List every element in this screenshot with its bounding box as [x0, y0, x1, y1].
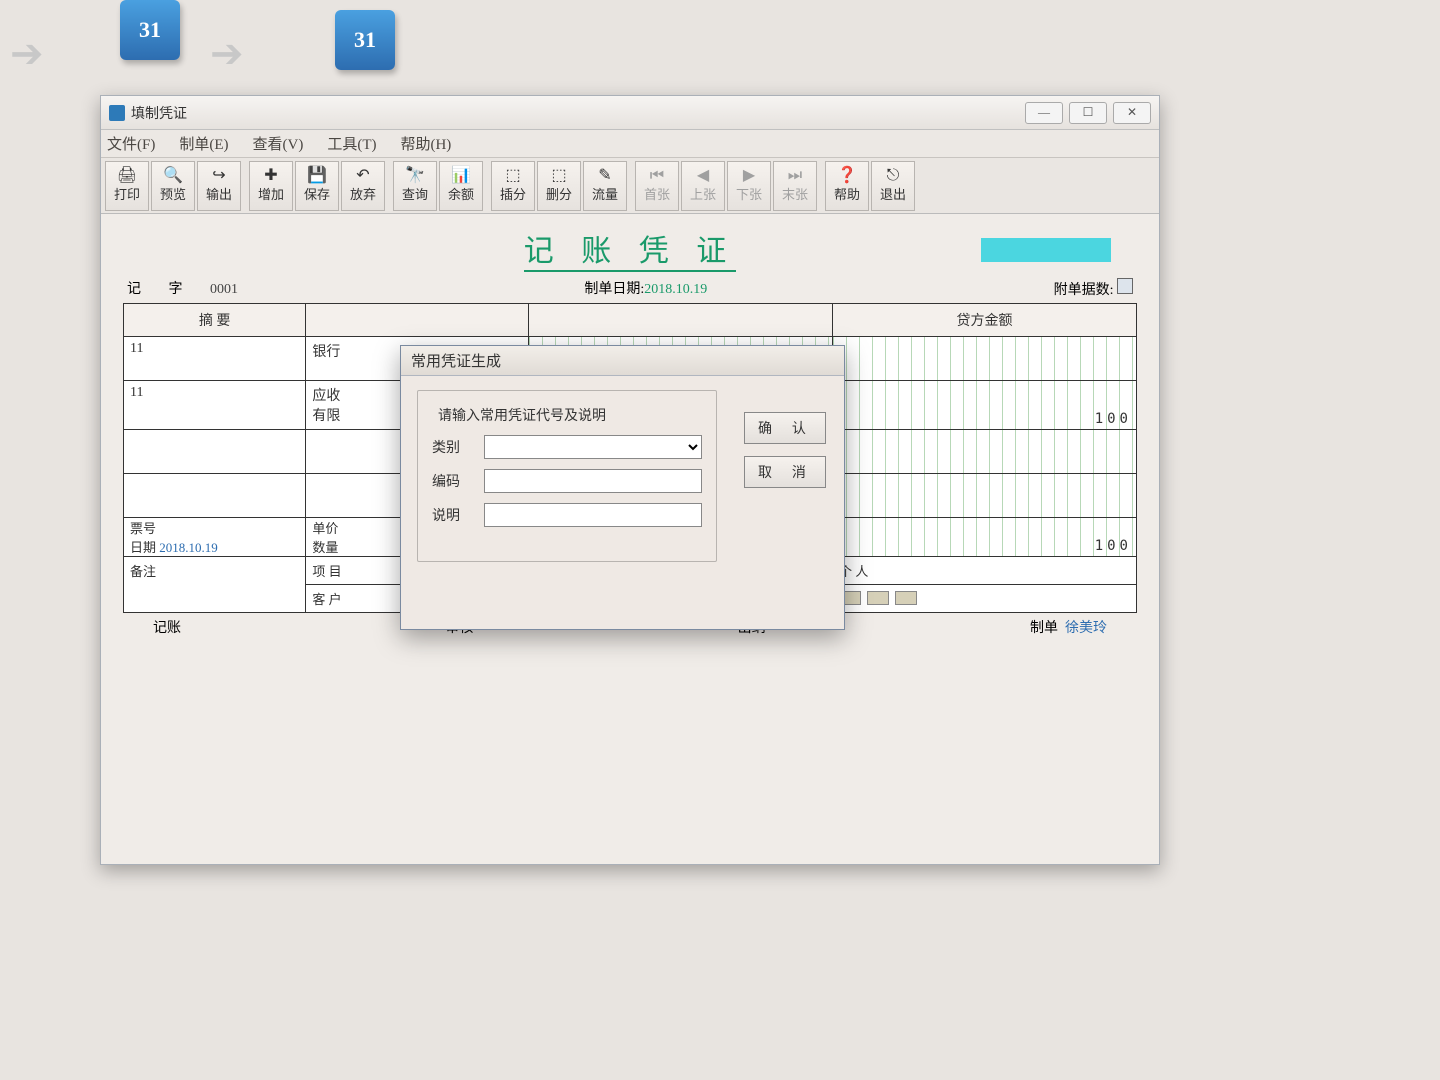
- chart-icon: 📊: [451, 168, 471, 184]
- label-code: 编码: [432, 471, 472, 491]
- insert-row-icon: ⬚: [505, 168, 520, 184]
- col-debit: [529, 304, 833, 337]
- label-piaohao: 票号: [130, 521, 156, 536]
- cell-credit[interactable]: [833, 474, 1137, 518]
- tool-delete-line[interactable]: ⬚删分: [537, 161, 581, 211]
- label-zhidan: 制单: [1030, 621, 1058, 636]
- save-icon: 💾: [307, 168, 327, 184]
- tool-preview[interactable]: 🔍预览: [151, 161, 195, 211]
- tool-insert-line[interactable]: ⬚插分: [491, 161, 535, 211]
- voucher-number-area: 记 字 0001: [127, 278, 238, 299]
- cell-summary[interactable]: [124, 430, 306, 474]
- value-zhidan: 徐美玲: [1065, 621, 1107, 636]
- tool-add[interactable]: ✚增加: [249, 161, 293, 211]
- tool-print[interactable]: 🖨打印: [105, 161, 149, 211]
- tool-exit[interactable]: ⎋退出: [871, 161, 915, 211]
- col-subject: [306, 304, 529, 337]
- tool-balance[interactable]: 📊余额: [439, 161, 483, 211]
- menu-view[interactable]: 查看(V): [253, 133, 304, 154]
- cell-summary[interactable]: [124, 474, 306, 518]
- cell-credit[interactable]: [833, 337, 1137, 381]
- minimize-button[interactable]: —: [1025, 102, 1063, 124]
- close-button[interactable]: ✕: [1113, 102, 1151, 124]
- label-desc: 说明: [432, 505, 472, 525]
- tool-query[interactable]: 🔭查询: [393, 161, 437, 211]
- next-icon: ▶: [743, 168, 755, 184]
- first-icon: ⏮: [650, 168, 664, 184]
- toolbar: 🖨打印 🔍预览 ↪输出 ✚增加 💾保存 ↶放弃 🔭查询 📊余额 ⬚插分 ⬚删分 …: [101, 158, 1159, 214]
- menu-bill[interactable]: 制单(E): [179, 133, 228, 154]
- exit-icon: ⎋: [887, 168, 900, 184]
- prev-icon: ◀: [697, 168, 709, 184]
- label-riqi: 日期: [130, 540, 156, 555]
- app-icon: [109, 105, 125, 121]
- dialog-title[interactable]: 常用凭证生成: [401, 346, 844, 376]
- menubar: 文件(F) 制单(E) 查看(V) 工具(T) 帮助(H): [101, 130, 1159, 158]
- undo-icon: ↶: [356, 168, 369, 184]
- cell-credit[interactable]: 100: [833, 381, 1137, 430]
- desc-input[interactable]: [484, 503, 702, 527]
- calendar-day: 31: [139, 17, 161, 43]
- wallpaper-arrow-icon: ➔: [10, 30, 44, 77]
- label-beizhu: 备注: [124, 557, 306, 613]
- tool-prev[interactable]: ◀上张: [681, 161, 725, 211]
- tool-first[interactable]: ⏮首张: [635, 161, 679, 211]
- preview-icon: 🔍: [163, 168, 183, 184]
- cell-summary[interactable]: 11: [124, 381, 306, 430]
- tool-help[interactable]: ❓帮助: [825, 161, 869, 211]
- delete-row-icon: ⬚: [551, 168, 566, 184]
- maximize-button[interactable]: ☐: [1069, 102, 1107, 124]
- total-credit: 100: [1095, 538, 1132, 554]
- selection-highlight: [981, 238, 1111, 262]
- common-voucher-dialog: 常用凭证生成 请输入常用凭证代号及说明 类别 编码 说明 确 认 取 消: [400, 345, 845, 630]
- ok-button[interactable]: 确 认: [744, 412, 826, 444]
- label-type: 类别: [432, 437, 472, 457]
- value-riqi: 2018.10.19: [159, 540, 218, 555]
- voucher-title: 记 账 凭 证: [524, 226, 737, 272]
- menu-tool[interactable]: 工具(T): [327, 133, 376, 154]
- code-input[interactable]: [484, 469, 702, 493]
- attachment-count-area[interactable]: 附单据数:: [1054, 278, 1133, 299]
- export-icon: ↪: [212, 168, 225, 184]
- currency-icons[interactable]: [839, 591, 917, 605]
- last-icon: ⏭: [788, 168, 802, 184]
- col-summary: 摘 要: [124, 304, 306, 337]
- tool-output[interactable]: ↪输出: [197, 161, 241, 211]
- window-title: 填制凭证: [131, 103, 187, 123]
- titlebar[interactable]: 填制凭证 — ☐ ✕: [101, 96, 1159, 130]
- tool-save[interactable]: 💾保存: [295, 161, 339, 211]
- magnify-icon[interactable]: [1117, 278, 1133, 294]
- label-jizhang: 记账: [153, 617, 181, 637]
- fieldset-legend: 请输入常用凭证代号及说明: [432, 405, 612, 425]
- cell-summary[interactable]: 11: [124, 337, 306, 381]
- desktop-calendar-icon[interactable]: 31: [120, 0, 180, 60]
- tool-next[interactable]: ▶下张: [727, 161, 771, 211]
- tool-discard[interactable]: ↶放弃: [341, 161, 385, 211]
- wallpaper-arrow-icon: ➔: [210, 30, 244, 77]
- tool-flow[interactable]: ✎流量: [583, 161, 627, 211]
- cancel-button[interactable]: 取 消: [744, 456, 826, 488]
- col-credit: 贷方金额: [833, 304, 1137, 337]
- plus-icon: ✚: [264, 168, 277, 184]
- help-icon: ❓: [837, 168, 857, 184]
- flow-icon: ✎: [598, 168, 611, 184]
- dialog-fieldset: 请输入常用凭证代号及说明 类别 编码 说明: [417, 390, 717, 562]
- printer-icon: 🖨: [117, 168, 137, 184]
- desktop-calendar-icon[interactable]: 31: [335, 10, 395, 70]
- type-select[interactable]: [484, 435, 702, 459]
- menu-help[interactable]: 帮助(H): [400, 133, 451, 154]
- calendar-day: 31: [354, 27, 376, 53]
- cell-credit[interactable]: [833, 430, 1137, 474]
- tool-last[interactable]: ⏭末张: [773, 161, 817, 211]
- menu-file[interactable]: 文件(F): [107, 133, 155, 154]
- voucher-date-area: 制单日期:2018.10.19: [584, 278, 707, 299]
- binoculars-icon: 🔭: [405, 168, 425, 184]
